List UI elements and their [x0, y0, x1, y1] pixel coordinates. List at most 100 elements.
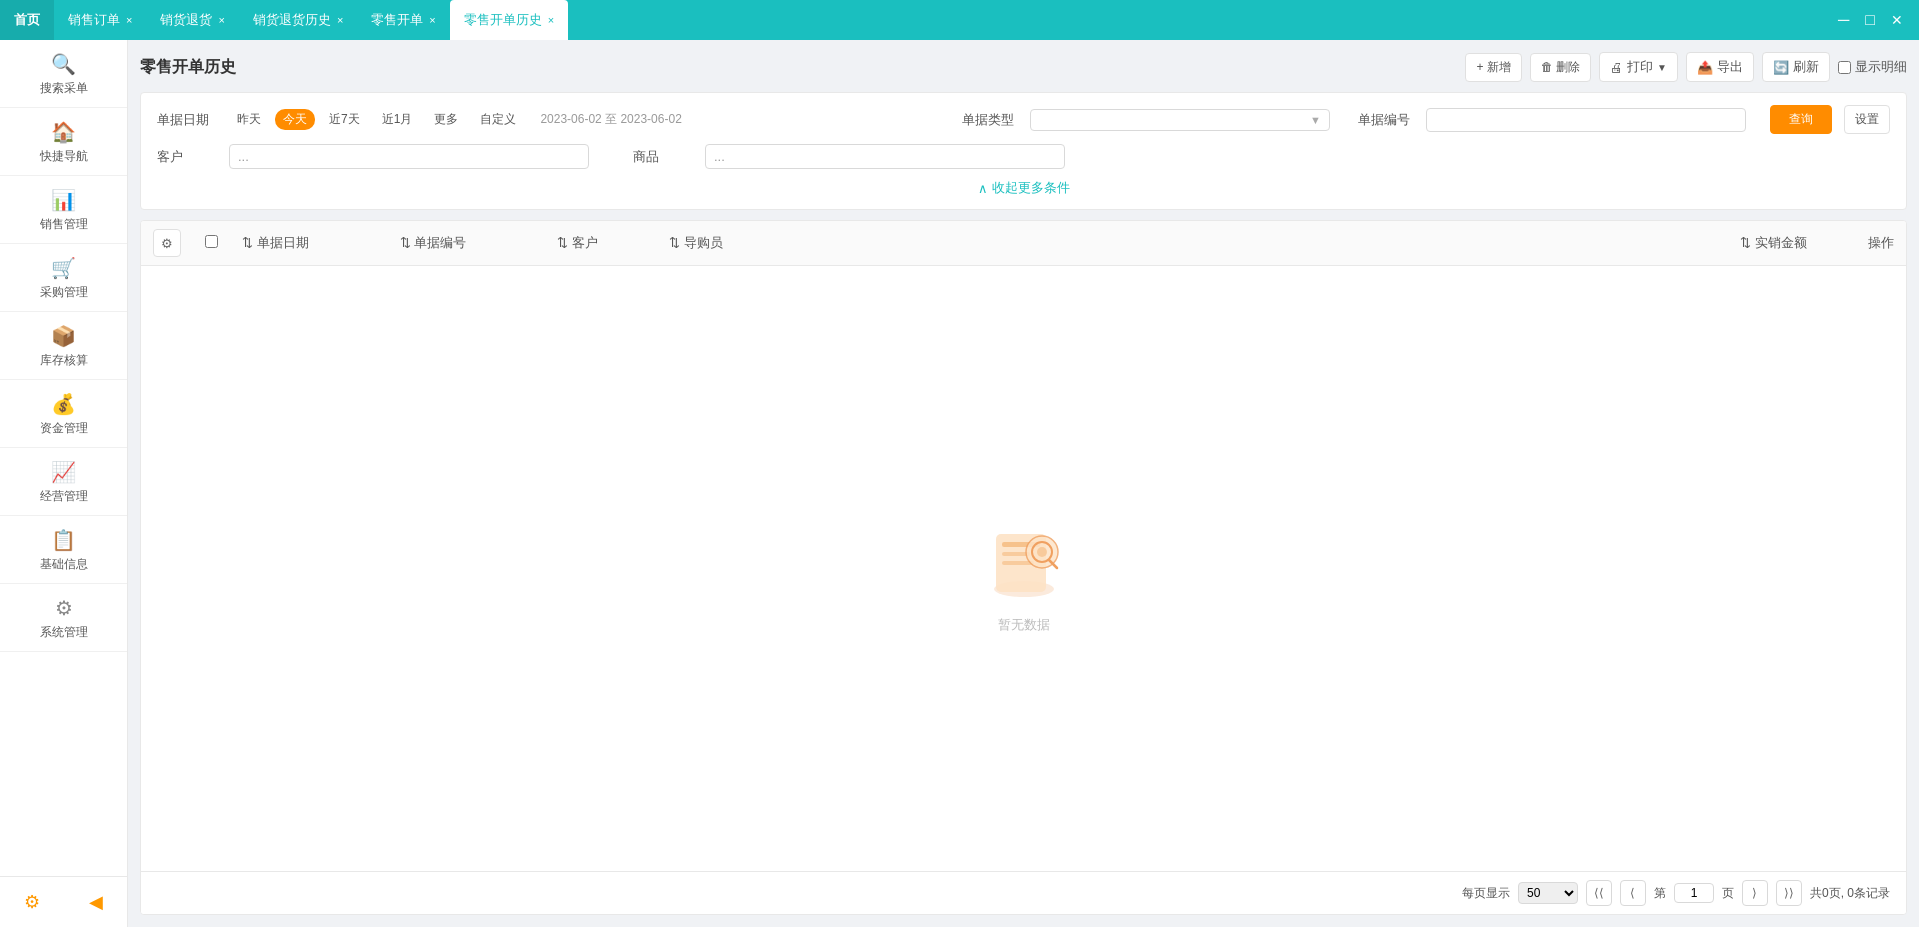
refresh-button[interactable]: 🔄 刷新: [1762, 52, 1830, 82]
refresh-icon: 🔄: [1773, 60, 1789, 75]
goods-dots: ...: [714, 149, 725, 164]
sidebar-label-inventory: 库存核算: [40, 352, 88, 369]
per-page-label: 每页显示: [1462, 885, 1510, 902]
first-page-button[interactable]: ⟨⟨: [1586, 880, 1612, 906]
display-detail-input[interactable]: [1838, 61, 1851, 74]
collapse-sidebar-icon[interactable]: ◀: [85, 887, 107, 917]
sidebar-item-system[interactable]: ⚙系统管理: [0, 584, 127, 652]
sidebar-item-inventory[interactable]: 📦库存核算: [0, 312, 127, 380]
sidebar-label-finance: 资金管理: [40, 420, 88, 437]
prev-page-button[interactable]: ⟨: [1620, 880, 1646, 906]
no-col-header: ⇅ 单据编号: [388, 221, 546, 266]
empty-state: 暂无数据: [141, 266, 1906, 871]
sidebar-bottom: ⚙◀: [0, 876, 127, 927]
tab-sales-return[interactable]: 销货退货 ×: [146, 0, 238, 40]
select-all-checkbox[interactable]: [205, 235, 218, 248]
tab-close-retail-open-history[interactable]: ×: [548, 14, 554, 26]
sidebar-label-purchase-mgmt: 采购管理: [40, 284, 88, 301]
bill-no-input[interactable]: [1426, 108, 1746, 132]
settings-button[interactable]: 设置: [1844, 105, 1890, 134]
tab-home[interactable]: 首页: [0, 0, 54, 40]
checkbox-col: [193, 221, 230, 266]
goods-select[interactable]: ...: [705, 144, 1065, 169]
sidebar-label-search: 搜索采单: [40, 80, 88, 97]
sidebar-label-basic-info: 基础信息: [40, 556, 88, 573]
sidebar-item-purchase-mgmt[interactable]: 🛒采购管理: [0, 244, 127, 312]
minimize-icon[interactable]: ─: [1834, 7, 1853, 33]
window-controls: ─ □ ✕: [1834, 7, 1919, 33]
tab-close-sales-return[interactable]: ×: [218, 14, 224, 26]
date-opt-more[interactable]: 更多: [426, 109, 466, 130]
date-opt-custom[interactable]: 自定义: [472, 109, 524, 130]
customer-select[interactable]: ...: [229, 144, 589, 169]
maximize-icon[interactable]: □: [1861, 7, 1879, 33]
filter-row-1: 单据日期 昨天今天近7天近1月更多自定义 2023-06-02 至 2023-0…: [157, 105, 1890, 134]
empty-text: 暂无数据: [998, 616, 1050, 634]
amount-col-header: ⇅ 实销金额: [1662, 221, 1820, 266]
settings-bottom-icon[interactable]: ⚙: [20, 887, 44, 917]
pagination: 每页显示 50 10 20 100 ⟨⟨ ⟨ 第 页 ⟩ ⟩⟩ 共0页, 0条记…: [141, 871, 1906, 914]
tab-close-sales-return-history[interactable]: ×: [337, 14, 343, 26]
export-icon: 📤: [1697, 60, 1713, 75]
extra-cols: [792, 221, 1661, 266]
svg-point-8: [1037, 547, 1047, 557]
print-icon: 🖨: [1610, 60, 1623, 75]
action-col-header: 操作: [1819, 221, 1906, 266]
close-icon[interactable]: ✕: [1887, 8, 1907, 32]
add-button[interactable]: + 新增: [1465, 53, 1521, 82]
tab-close-retail-open[interactable]: ×: [429, 14, 435, 26]
date-opt-today[interactable]: 今天: [275, 109, 315, 130]
search-icon: 🔍: [51, 52, 76, 76]
filter-row-2: 客户 ... 商品 ...: [157, 144, 1890, 169]
sidebar-item-finance[interactable]: 💰资金管理: [0, 380, 127, 448]
per-page-select[interactable]: 50 10 20 100: [1518, 882, 1578, 904]
date-opt-last7[interactable]: 近7天: [321, 109, 368, 130]
filter-panel: 单据日期 昨天今天近7天近1月更多自定义 2023-06-02 至 2023-0…: [140, 92, 1907, 210]
sidebar-item-operations[interactable]: 📈经营管理: [0, 448, 127, 516]
last-page-button[interactable]: ⟩⟩: [1776, 880, 1802, 906]
tab-bar: 首页销售订单 ×销货退货 ×销货退货历史 ×零售开单 ×零售开单历史 ×: [0, 0, 1834, 40]
collapse-label: 收起更多条件: [992, 179, 1070, 197]
amount-col-label: ⇅ 实销金额: [1740, 235, 1807, 250]
quick-nav-icon: 🏠: [51, 120, 76, 144]
display-detail-checkbox[interactable]: 显示明细: [1838, 58, 1907, 76]
date-opt-yesterday[interactable]: 昨天: [229, 109, 269, 130]
bill-type-dropdown-icon: ▼: [1310, 114, 1321, 126]
customer-dots: ...: [238, 149, 249, 164]
customer-label: 客户: [157, 148, 217, 166]
settings-col: ⚙: [141, 221, 193, 266]
delete-button[interactable]: 🗑 删除: [1530, 53, 1591, 82]
tab-close-sales-order[interactable]: ×: [126, 14, 132, 26]
customer-col-label: ⇅ 客户: [557, 235, 598, 250]
no-col-label: ⇅ 单据编号: [400, 235, 467, 250]
page-label: 第: [1654, 885, 1666, 902]
page-input[interactable]: [1674, 883, 1714, 903]
collapse-row[interactable]: ∧ 收起更多条件: [157, 179, 1890, 197]
page-title: 零售开单历史: [140, 57, 236, 78]
next-page-button[interactable]: ⟩: [1742, 880, 1768, 906]
export-button[interactable]: 📤 导出: [1686, 52, 1754, 82]
table-settings-button[interactable]: ⚙: [153, 229, 181, 257]
sidebar-item-quick-nav[interactable]: 🏠快捷导航: [0, 108, 127, 176]
query-button[interactable]: 查询: [1770, 105, 1832, 134]
toolbar: + 新增 🗑 删除 🖨 打印 ▼ 📤 导出 🔄 刷新 显示明细: [1465, 52, 1907, 82]
date-opt-last1m[interactable]: 近1月: [374, 109, 421, 130]
print-button[interactable]: 🖨 打印 ▼: [1599, 52, 1678, 82]
sidebar-item-search[interactable]: 🔍 搜索采单: [0, 40, 127, 108]
tab-retail-open-history[interactable]: 零售开单历史 ×: [450, 0, 568, 40]
data-table: ⚙ ⇅ 单据日期 ⇅ 单据编号: [141, 221, 1906, 266]
tab-sales-order[interactable]: 销售订单 ×: [54, 0, 146, 40]
table-header: ⚙ ⇅ 单据日期 ⇅ 单据编号: [141, 221, 1906, 266]
tab-sales-return-history[interactable]: 销货退货历史 ×: [239, 0, 357, 40]
date-range: 2023-06-02 至 2023-06-02: [540, 111, 681, 128]
sales-mgmt-icon: 📊: [51, 188, 76, 212]
collapse-up-icon: ∧: [978, 181, 988, 196]
system-icon: ⚙: [55, 596, 73, 620]
tab-retail-open[interactable]: 零售开单 ×: [357, 0, 449, 40]
salesperson-col-header: ⇅ 导购员: [657, 221, 792, 266]
print-label: 打印: [1627, 58, 1653, 76]
bill-type-select[interactable]: ▼: [1030, 109, 1330, 131]
print-dropdown-icon: ▼: [1657, 62, 1667, 73]
sidebar-item-basic-info[interactable]: 📋基础信息: [0, 516, 127, 584]
sidebar-item-sales-mgmt[interactable]: 📊销售管理: [0, 176, 127, 244]
